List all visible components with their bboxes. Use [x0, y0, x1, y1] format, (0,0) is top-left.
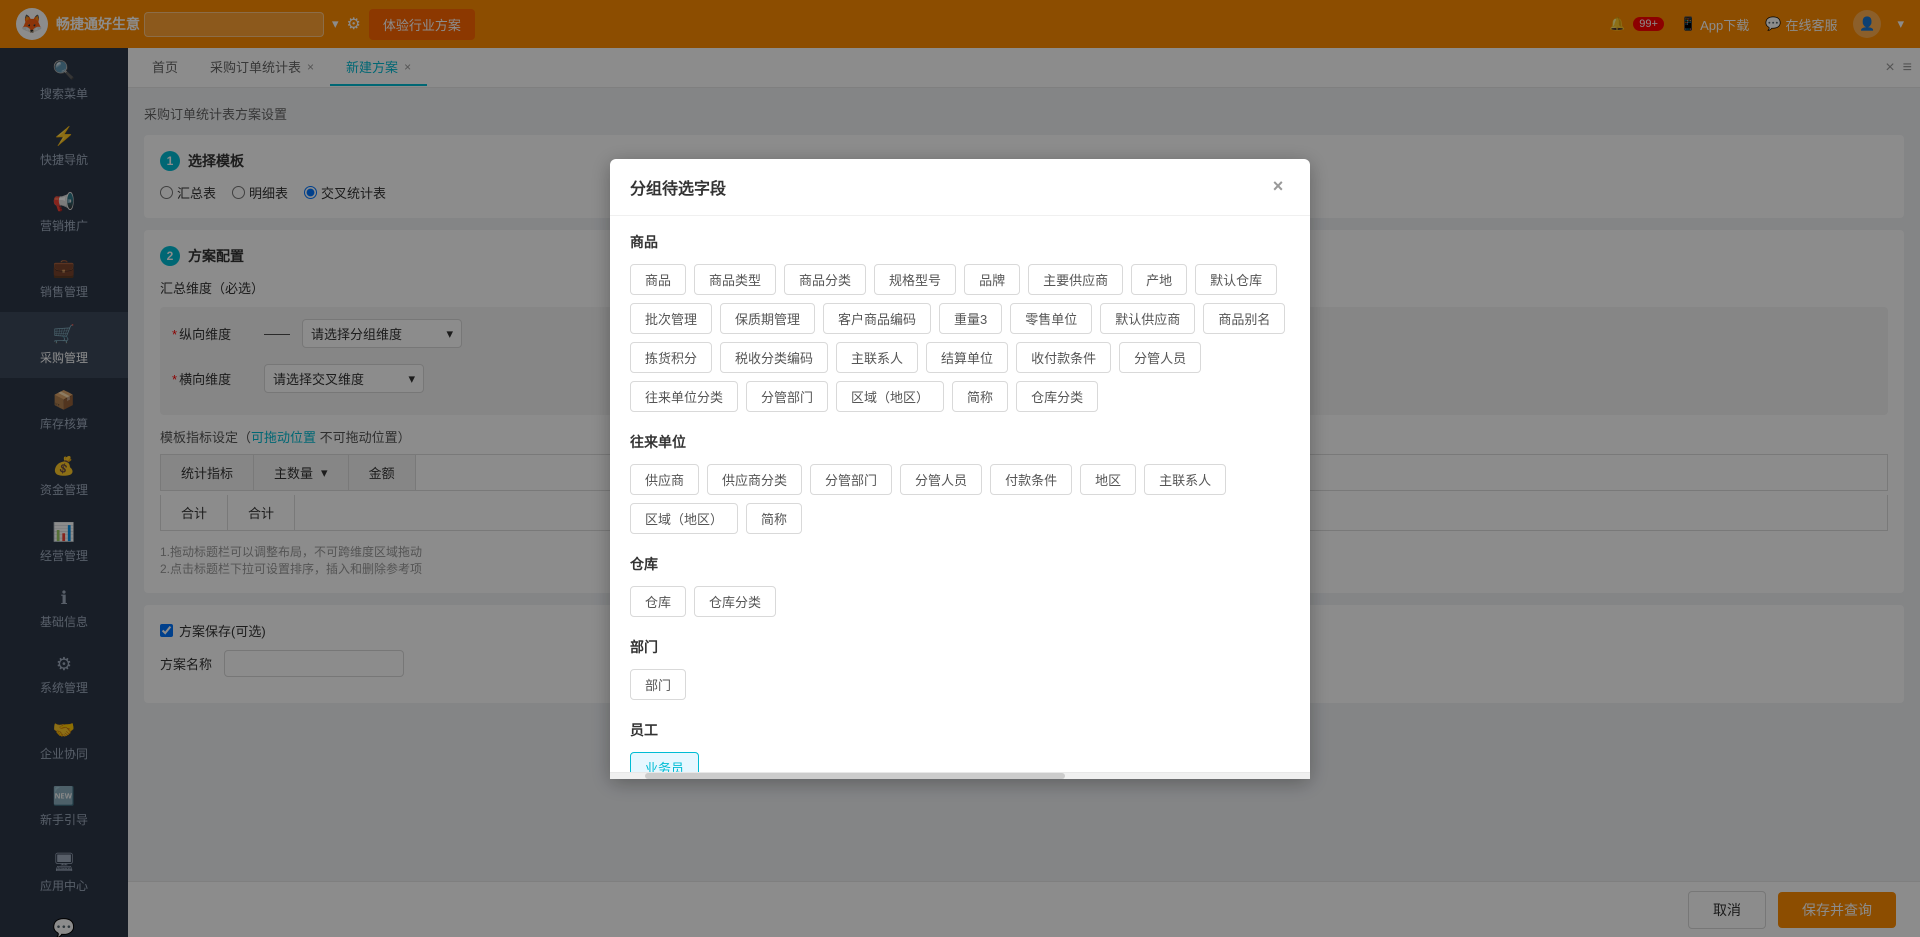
- field-tag-region-product[interactable]: 区域（地区）: [836, 381, 944, 412]
- field-tag-settlement-unit[interactable]: 结算单位: [926, 342, 1008, 373]
- field-tag-default-supplier[interactable]: 默认供应商: [1100, 303, 1195, 334]
- field-tag-warehouse[interactable]: 仓库: [630, 586, 686, 617]
- field-tag-dept-manage[interactable]: 分管部门: [746, 381, 828, 412]
- field-tag-brand[interactable]: 品牌: [964, 264, 1020, 295]
- field-tag-pick-points[interactable]: 拣货积分: [630, 342, 712, 373]
- field-tag-payment-cond[interactable]: 付款条件: [990, 464, 1072, 495]
- field-group-partner-title: 往来单位: [630, 432, 1290, 452]
- field-tag-main-contact2[interactable]: 主联系人: [1144, 464, 1226, 495]
- field-group-dept: 部门 部门: [630, 637, 1290, 700]
- field-tag-dept[interactable]: 部门: [630, 669, 686, 700]
- modal-close-btn[interactable]: ×: [1266, 175, 1290, 199]
- dept-field-tags: 部门: [630, 669, 1290, 700]
- warehouse-field-tags: 仓库 仓库分类: [630, 586, 1290, 617]
- field-tag-payment-terms[interactable]: 收付款条件: [1016, 342, 1111, 373]
- field-tag-region-partner[interactable]: 地区: [1080, 464, 1136, 495]
- field-group-employee-title: 员工: [630, 720, 1290, 740]
- field-group-product-title: 商品: [630, 232, 1290, 252]
- field-tag-product-category[interactable]: 商品分类: [784, 264, 866, 295]
- field-tag-product-alias[interactable]: 商品别名: [1203, 303, 1285, 334]
- modal-hscroll[interactable]: [610, 772, 1310, 779]
- field-group-partner: 往来单位 供应商 供应商分类 分管部门 分管人员 付款条件 地区 主联系人 区域…: [630, 432, 1290, 534]
- field-tag-region2[interactable]: 区域（地区）: [630, 503, 738, 534]
- field-tag-retail-unit[interactable]: 零售单位: [1010, 303, 1092, 334]
- field-group-warehouse: 仓库 仓库 仓库分类: [630, 554, 1290, 617]
- field-tag-short-name-partner[interactable]: 简称: [746, 503, 802, 534]
- field-tag-weight3[interactable]: 重量3: [939, 303, 1002, 334]
- field-tag-salesperson[interactable]: 业务员: [630, 752, 699, 772]
- field-tag-supervisor[interactable]: 分管人员: [1119, 342, 1201, 373]
- field-tag-quality-mgmt[interactable]: 保质期管理: [720, 303, 815, 334]
- modal: 分组待选字段 × 商品 商品 商品类型 商品分类 规格型号 品牌 主要供应商 产…: [610, 159, 1310, 779]
- field-tag-supervisor2[interactable]: 分管人员: [900, 464, 982, 495]
- field-tag-product-type[interactable]: 商品类型: [694, 264, 776, 295]
- field-tag-tax-code[interactable]: 税收分类编码: [720, 342, 828, 373]
- hscroll-thumb: [645, 773, 1065, 779]
- field-tag-default-warehouse[interactable]: 默认仓库: [1195, 264, 1277, 295]
- field-group-product: 商品 商品 商品类型 商品分类 规格型号 品牌 主要供应商 产地 默认仓库 批次…: [630, 232, 1290, 412]
- modal-header: 分组待选字段 ×: [610, 159, 1310, 216]
- field-tag-spec-model[interactable]: 规格型号: [874, 264, 956, 295]
- field-group-employee: 员工 业务员: [630, 720, 1290, 772]
- field-tag-supplier[interactable]: 供应商: [630, 464, 699, 495]
- field-tag-batch-mgmt[interactable]: 批次管理: [630, 303, 712, 334]
- field-tag-unit-category[interactable]: 往来单位分类: [630, 381, 738, 412]
- field-tag-origin[interactable]: 产地: [1131, 264, 1187, 295]
- field-tag-product[interactable]: 商品: [630, 264, 686, 295]
- field-tag-warehouse-cat[interactable]: 仓库分类: [694, 586, 776, 617]
- field-tag-supplier-category[interactable]: 供应商分类: [707, 464, 802, 495]
- partner-field-tags: 供应商 供应商分类 分管部门 分管人员 付款条件 地区 主联系人 区域（地区） …: [630, 464, 1290, 534]
- field-tag-warehouse-category[interactable]: 仓库分类: [1016, 381, 1098, 412]
- field-tag-short-name-product[interactable]: 简称: [952, 381, 1008, 412]
- modal-overlay: 分组待选字段 × 商品 商品 商品类型 商品分类 规格型号 品牌 主要供应商 产…: [0, 0, 1920, 937]
- field-group-dept-title: 部门: [630, 637, 1290, 657]
- product-field-tags: 商品 商品类型 商品分类 规格型号 品牌 主要供应商 产地 默认仓库 批次管理 …: [630, 264, 1290, 412]
- field-tag-main-supplier[interactable]: 主要供应商: [1028, 264, 1123, 295]
- field-tag-main-contact[interactable]: 主联系人: [836, 342, 918, 373]
- field-group-warehouse-title: 仓库: [630, 554, 1290, 574]
- employee-field-tags: 业务员: [630, 752, 1290, 772]
- modal-body[interactable]: 商品 商品 商品类型 商品分类 规格型号 品牌 主要供应商 产地 默认仓库 批次…: [610, 216, 1310, 772]
- modal-title: 分组待选字段: [630, 175, 726, 199]
- field-tag-dept-manage2[interactable]: 分管部门: [810, 464, 892, 495]
- field-tag-customer-code[interactable]: 客户商品编码: [823, 303, 931, 334]
